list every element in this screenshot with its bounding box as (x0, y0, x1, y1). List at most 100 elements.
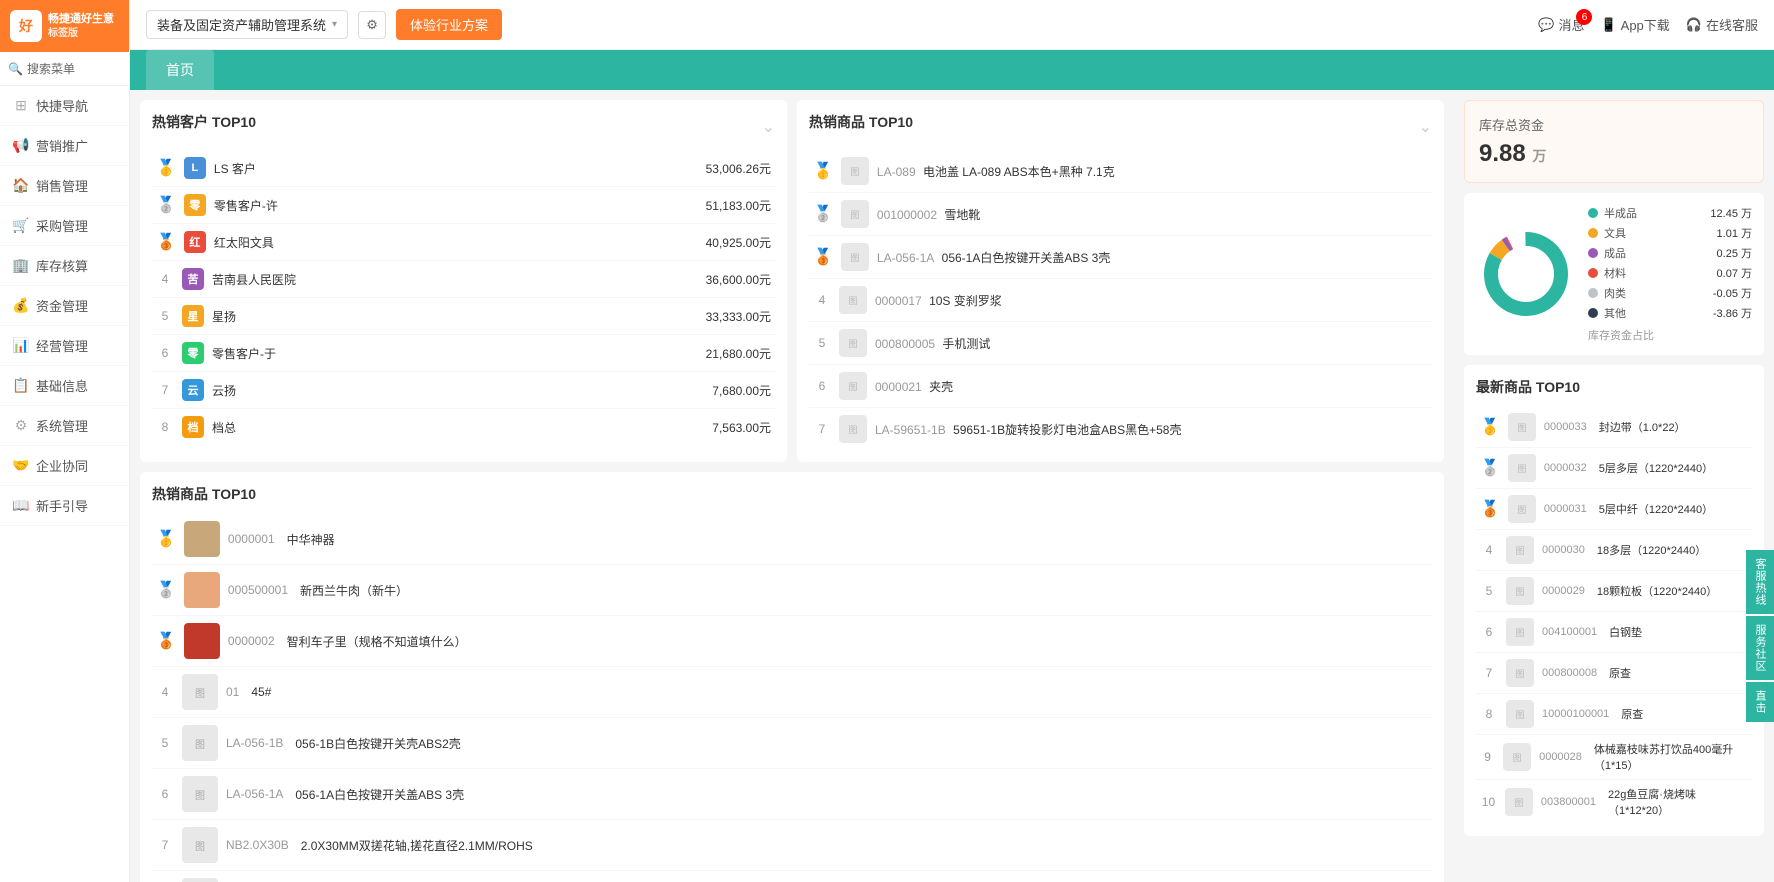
app-download-btn[interactable]: 📱 App下载 (1600, 15, 1669, 34)
finance-icon: 💰 (12, 297, 30, 314)
avatar: 红 (184, 231, 206, 253)
float-buttons: 客服热线 服务社区 直击 (1746, 550, 1774, 722)
customer-row-5: 5 星 星扬 33,333.00元 (152, 298, 775, 335)
sidebar-item-quick-nav[interactable]: ⊞ 快捷导航 (0, 86, 129, 126)
customer-service-btn[interactable]: 客服热线 (1746, 550, 1774, 614)
scroll-down-icon[interactable]: ⌄ (762, 117, 775, 137)
product-image: 图 (839, 372, 867, 400)
legend-item-meat: 肉类 -0.05 万 (1588, 285, 1752, 301)
message-btn[interactable]: 💬 消息 6 (1538, 15, 1584, 34)
product-image (184, 623, 220, 659)
product-image-placeholder: 图 (182, 674, 218, 710)
medal-silver-icon: 🥈 (156, 195, 176, 215)
inventory-card: 库存总资金 9.88 万 (1464, 100, 1764, 183)
hot-product-row-8: 8 图 0000011 12070519-xs (152, 871, 1432, 882)
products-right-header: 热销商品 TOP10 ⌄ (809, 112, 1432, 142)
sidebar-item-purchase[interactable]: 🛒 采购管理 (0, 206, 129, 246)
sidebar-item-marketing[interactable]: 📢 营销推广 (0, 126, 129, 166)
sidebar-item-sales[interactable]: 🏠 销售管理 (0, 166, 129, 206)
quick-nav-icon: ⊞ (12, 97, 30, 114)
product-image: 图 (839, 329, 867, 357)
sidebar-item-basic[interactable]: 📋 基础信息 (0, 366, 129, 406)
purchase-icon: 🛒 (12, 217, 30, 234)
avatar: L (184, 157, 206, 179)
product-right-row-3: 🥉 图 LA-056-1A 056-1A白色按键开关盖ABS 3壳 (809, 236, 1432, 279)
logo-text: 畅捷通好生意 标签版 (48, 12, 114, 39)
new-prod-row-1: 🥇 图 0000033 封边带（1.0*22） (1476, 407, 1752, 448)
main-area: 装备及固定资产辅助管理系统 ▾ ⚙ 体验行业方案 💬 消息 6 📱 App下载 … (130, 0, 1774, 882)
new-prod-row-6: 6 图 004100001 白钢垫 (1476, 612, 1752, 653)
avatar: 星 (182, 305, 204, 327)
operations-icon: 📊 (12, 337, 30, 354)
system-icon: ⚙ (12, 417, 30, 434)
product-image: 图 (1506, 577, 1534, 605)
customer-row-3: 🥉 红 红太阳文具 40,925.00元 (152, 224, 775, 261)
new-products-title: 最新商品 TOP10 (1476, 377, 1752, 397)
inventory-amount: 9.88 万 (1479, 140, 1749, 168)
guide-icon: 📖 (12, 497, 30, 514)
product-right-row-6: 6 图 0000021 夹壳 (809, 365, 1432, 408)
service-community-btn[interactable]: 服务社区 (1746, 616, 1774, 680)
hot-product-row-1: 🥇 0000001 中华神器 (152, 514, 1432, 565)
new-prod-row-2: 🥈 图 0000032 5层多层（1220*2440） (1476, 448, 1752, 489)
medal-gold-icon: 🥇 (1480, 417, 1500, 437)
hot-product-row-7: 7 图 NB2.0X30B 2.0X30MM双搓花轴,搓花直径2.1MM/ROH… (152, 820, 1432, 871)
inventory-chart-section: 半成品 12.45 万 文具 1.01 万 成品 0.25 万 (1464, 193, 1764, 355)
customer-row-1: 🥇 L LS 客户 53,006.26元 (152, 150, 775, 187)
sidebar-item-system[interactable]: ⚙ 系统管理 (0, 406, 129, 446)
medal-bronze-icon: 🥉 (813, 247, 833, 267)
legend-color (1588, 308, 1598, 318)
trial-button[interactable]: 体验行业方案 (396, 9, 502, 40)
search-icon: 🔍 (8, 62, 23, 76)
legend-color (1588, 268, 1598, 278)
donut-chart (1476, 224, 1576, 324)
sidebar-search[interactable]: 🔍 搜索菜单 (0, 52, 129, 86)
medal-bronze-icon: 🥉 (1480, 499, 1500, 519)
sidebar-item-finance[interactable]: 💰 资金管理 (0, 286, 129, 326)
medal-silver-icon: 🥈 (156, 580, 176, 600)
top-section: 热销客户 TOP10 ⌄ 🥇 L LS 客户 53,006.26元 🥈 (140, 100, 1444, 462)
product-image: 图 (841, 243, 869, 271)
customer-row-2: 🥈 零 零售客户-许 51,183.00元 (152, 187, 775, 224)
headset-icon: 🎧 (1686, 17, 1702, 33)
new-prod-row-3: 🥉 图 0000031 5层中纤（1220*2440） (1476, 489, 1752, 530)
customer-row-8: 8 档 档总 7,563.00元 (152, 409, 775, 445)
products-scroll-icon[interactable]: ⌄ (1419, 117, 1432, 137)
sidebar-item-operations[interactable]: 📊 经营管理 (0, 326, 129, 366)
direct-btn[interactable]: 直击 (1746, 682, 1774, 722)
product-image (184, 572, 220, 608)
chart-legend: 半成品 12.45 万 文具 1.01 万 成品 0.25 万 (1588, 205, 1752, 343)
sidebar-item-guide[interactable]: 📖 新手引导 (0, 486, 129, 526)
product-image: 图 (1506, 659, 1534, 687)
medal-silver-icon: 🥈 (813, 204, 833, 224)
navbar-home[interactable]: 首页 (146, 50, 214, 90)
customers-header: 热销客户 TOP10 ⌄ (152, 112, 775, 142)
products-right-title: 热销商品 TOP10 (809, 112, 913, 132)
hot-product-row-6: 6 图 LA-056-1A 056-1A白色按键开关盖ABS 3壳 (152, 769, 1432, 820)
new-prod-row-7: 7 图 000800008 原查 (1476, 653, 1752, 694)
inventory-icon: 🏢 (12, 257, 30, 274)
product-image-placeholder: 图 (182, 878, 218, 882)
new-prod-row-10: 10 图 003800001 22g鱼豆腐·烧烤味（1*12*20） (1476, 780, 1752, 824)
product-image: 图 (1506, 618, 1534, 646)
sidebar-item-inventory[interactable]: 🏢 库存核算 (0, 246, 129, 286)
customer-row-7: 7 云 云扬 7,680.00元 (152, 372, 775, 409)
product-image-placeholder: 图 (182, 725, 218, 761)
sidebar-item-enterprise[interactable]: 🤝 企业协同 (0, 446, 129, 486)
settings-icon[interactable]: ⚙ (358, 11, 386, 39)
avatar: 零 (184, 194, 206, 216)
product-image: 图 (1508, 454, 1536, 482)
avatar: 云 (182, 379, 204, 401)
top-customers-card: 热销客户 TOP10 ⌄ 🥇 L LS 客户 53,006.26元 🥈 (140, 100, 787, 462)
new-prod-row-5: 5 图 0000029 18颗粒板（1220*2440） (1476, 571, 1752, 612)
hot-product-row-3: 🥉 0000002 智利车子里（规格不知道填什么） (152, 616, 1432, 667)
online-service-btn[interactable]: 🎧 在线客服 (1686, 15, 1758, 34)
medal-bronze-icon: 🥉 (156, 232, 176, 252)
product-right-row-1: 🥇 图 LA-089 电池盖 LA-089 ABS本色+黑种 7.1克 (809, 150, 1432, 193)
topbar: 装备及固定资产辅助管理系统 ▾ ⚙ 体验行业方案 💬 消息 6 📱 App下载 … (130, 0, 1774, 50)
new-prod-row-8: 8 图 10000100001 原查 (1476, 694, 1752, 735)
product-image-placeholder: 图 (182, 827, 218, 863)
system-selector[interactable]: 装备及固定资产辅助管理系统 ▾ (146, 10, 348, 39)
product-image: 图 (1505, 788, 1533, 816)
legend-color (1588, 248, 1598, 258)
